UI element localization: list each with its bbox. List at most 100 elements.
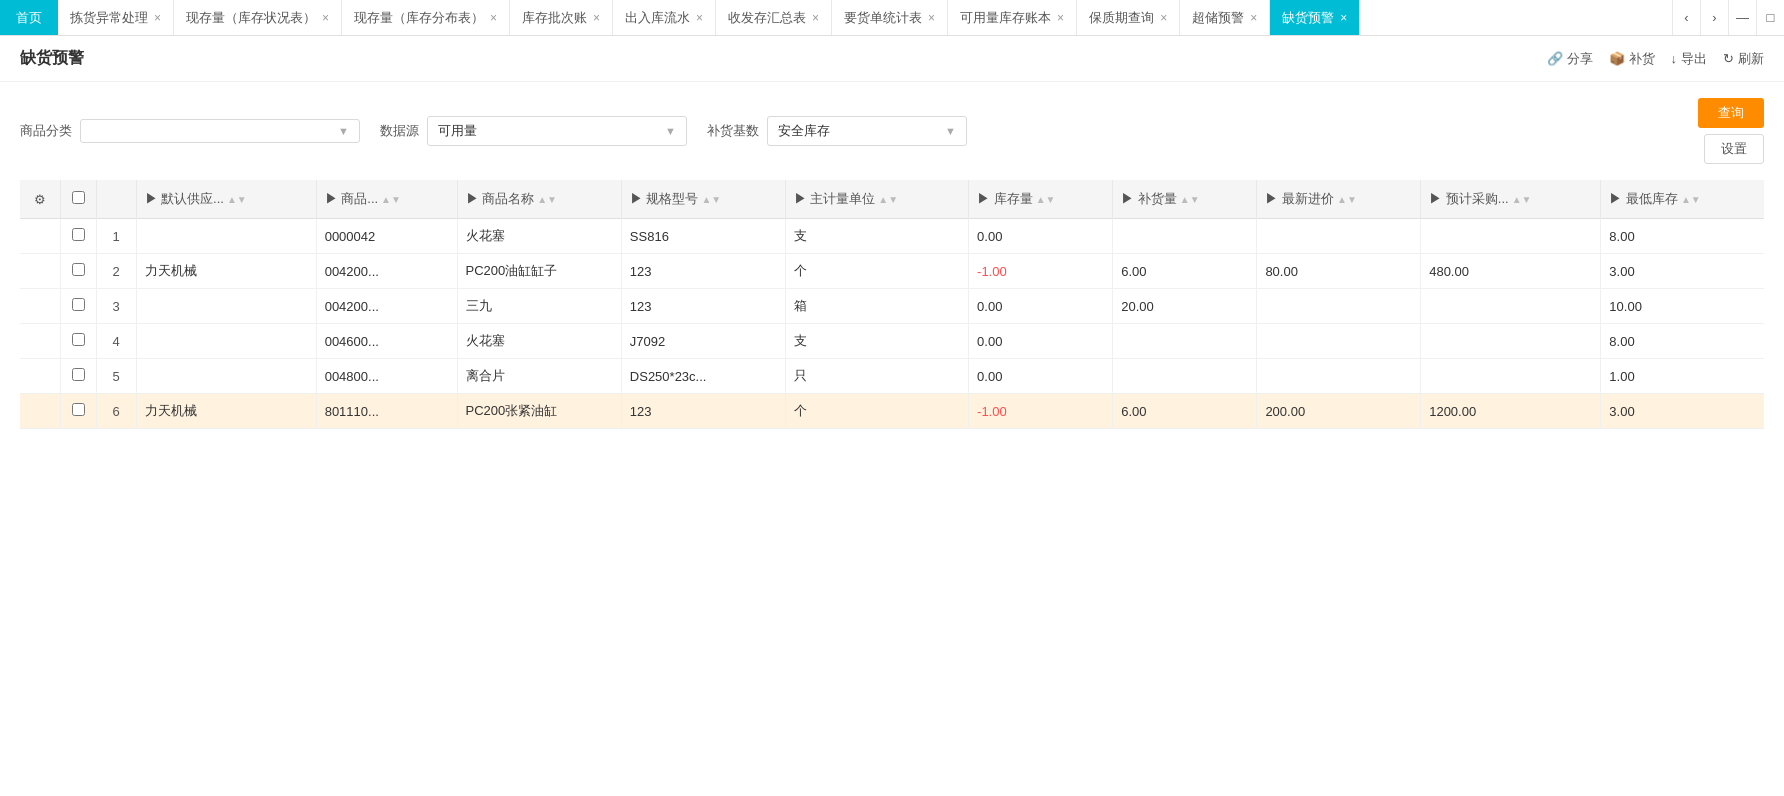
tab-overstock-warning[interactable]: 超储预警 ×	[1180, 0, 1270, 35]
export-icon: ↓	[1671, 51, 1678, 66]
th-unit[interactable]: ▶ 主计量单位▲▼	[785, 180, 968, 219]
row-product-code-1: 004200...	[316, 254, 457, 289]
row-checkbox-2[interactable]	[72, 298, 85, 311]
category-select[interactable]: ▼	[80, 119, 360, 143]
row-supplier-3	[136, 324, 316, 359]
row-check-4[interactable]	[60, 359, 96, 394]
share-action[interactable]: 🔗 分享	[1547, 50, 1593, 68]
row-replenish-5: 6.00	[1113, 394, 1257, 429]
row-checkbox-4[interactable]	[72, 368, 85, 381]
tab-batch-account[interactable]: 库存批次账×	[510, 0, 613, 35]
replenish-base-select[interactable]: 安全库存 ▼	[767, 116, 967, 146]
row-replenish-1: 6.00	[1113, 254, 1257, 289]
tab-close-inventory-dist[interactable]: ×	[490, 11, 497, 25]
th-spec[interactable]: ▶ 规格型号▲▼	[621, 180, 785, 219]
query-button[interactable]: 查询	[1698, 98, 1764, 128]
th-min-stock[interactable]: ▶ 最低库存▲▼	[1601, 180, 1764, 219]
row-check-3[interactable]	[60, 324, 96, 359]
unit-sort-icon: ▲▼	[878, 194, 898, 205]
th-replenish[interactable]: ▶ 补货量▲▼	[1113, 180, 1257, 219]
row-checkbox-3[interactable]	[72, 333, 85, 346]
filter-bar: 商品分类 ▼ 数据源 可用量 ▼ 补货基数 安全库存 ▼ 查询 设置	[0, 82, 1784, 180]
row-replenish-4	[1113, 359, 1257, 394]
tab-close-available-ledger[interactable]: ×	[1057, 11, 1064, 25]
row-product-code-4: 004800...	[316, 359, 457, 394]
row-min-stock-0: 8.00	[1601, 219, 1764, 254]
th-product-name[interactable]: ▶ 商品名称▲▼	[457, 180, 621, 219]
tab-close-overstock-warning[interactable]: ×	[1250, 11, 1257, 25]
tab-inventory-status[interactable]: 现存量（库存状况表）×	[174, 0, 342, 35]
tab-shortage-warning[interactable]: 缺货预警 ×	[1270, 0, 1360, 35]
th-gear[interactable]: ⚙	[20, 180, 60, 219]
tab-close-inout-flow[interactable]: ×	[696, 11, 703, 25]
replenish-sort-icon: ▲▼	[1180, 194, 1200, 205]
row-product-code-2: 004200...	[316, 289, 457, 324]
tab-exception[interactable]: 拣货异常处理×	[58, 0, 174, 35]
datasource-select[interactable]: 可用量 ▼	[427, 116, 687, 146]
tab-inout-flow[interactable]: 出入库流水×	[613, 0, 716, 35]
tab-close-exception[interactable]: ×	[154, 11, 161, 25]
tab-close-receipt-summary[interactable]: ×	[812, 11, 819, 25]
tab-receipt-summary[interactable]: 收发存汇总表×	[716, 0, 832, 35]
tab-close-batch-account[interactable]: ×	[593, 11, 600, 25]
th-product-code[interactable]: ▶ 商品...▲▼	[316, 180, 457, 219]
row-min-stock-3: 8.00	[1601, 324, 1764, 359]
row-latest-price-5: 200.00	[1257, 394, 1421, 429]
th-check[interactable]	[60, 180, 96, 219]
tab-label: 保质期查询	[1089, 9, 1154, 27]
tab-prev-button[interactable]: ‹	[1672, 0, 1700, 36]
tab-close-order-stats[interactable]: ×	[928, 11, 935, 25]
row-checkbox-5[interactable]	[72, 403, 85, 416]
refresh-label: 刷新	[1738, 50, 1764, 68]
th-stock[interactable]: ▶ 库存量▲▼	[969, 180, 1113, 219]
row-check-2[interactable]	[60, 289, 96, 324]
row-min-stock-4: 1.00	[1601, 359, 1764, 394]
th-estimated-purchase-label: ▶ 预计采购...	[1429, 190, 1508, 208]
row-product-code-5: 801110...	[316, 394, 457, 429]
tab-inventory-dist[interactable]: 现存量（库存分布表）×	[342, 0, 510, 35]
row-spec-0: SS816	[621, 219, 785, 254]
row-check-0[interactable]	[60, 219, 96, 254]
row-product-name-1: PC200油缸缸子	[457, 254, 621, 289]
tab-close-inventory-status[interactable]: ×	[322, 11, 329, 25]
tab-home[interactable]: 首页	[0, 0, 58, 35]
export-label: 导出	[1681, 50, 1707, 68]
row-index-3: 4	[96, 324, 136, 359]
tab-order-stats[interactable]: 要货单统计表×	[832, 0, 948, 35]
datasource-filter-group: 数据源 可用量 ▼	[380, 116, 687, 146]
row-latest-price-3	[1257, 324, 1421, 359]
tab-minimize-button[interactable]: —	[1728, 0, 1756, 36]
export-action[interactable]: ↓ 导出	[1671, 50, 1708, 68]
th-estimated-purchase[interactable]: ▶ 预计采购...▲▼	[1421, 180, 1601, 219]
select-all-checkbox[interactable]	[72, 191, 85, 204]
row-stock-3: 0.00	[969, 324, 1113, 359]
tab-maximize-button[interactable]: □	[1756, 0, 1784, 36]
tab-next-button[interactable]: ›	[1700, 0, 1728, 36]
th-latest-price[interactable]: ▶ 最新进价▲▼	[1257, 180, 1421, 219]
replenish-base-dropdown-icon: ▼	[945, 125, 956, 137]
tab-expiry-query[interactable]: 保质期查询 ×	[1077, 0, 1180, 35]
row-checkbox-1[interactable]	[72, 263, 85, 276]
replenish-action[interactable]: 📦 补货	[1609, 50, 1655, 68]
row-product-name-3: 火花塞	[457, 324, 621, 359]
row-supplier-1: 力天机械	[136, 254, 316, 289]
row-supplier-4	[136, 359, 316, 394]
row-product-name-0: 火花塞	[457, 219, 621, 254]
row-stock-0: 0.00	[969, 219, 1113, 254]
settings-button[interactable]: 设置	[1704, 134, 1764, 164]
refresh-action[interactable]: ↻ 刷新	[1723, 50, 1764, 68]
tab-close-shortage-warning[interactable]: ×	[1340, 11, 1347, 25]
row-check-1[interactable]	[60, 254, 96, 289]
row-estimated-purchase-2	[1421, 289, 1601, 324]
row-check-5[interactable]	[60, 394, 96, 429]
tab-label: 可用量库存账本	[960, 9, 1051, 27]
table-row: 6 力天机械 801110... PC200张紧油缸 123 个 -1.00 6…	[20, 394, 1764, 429]
tab-label: 超储预警	[1192, 9, 1244, 27]
tab-available-ledger[interactable]: 可用量库存账本 ×	[948, 0, 1077, 35]
tab-label: 缺货预警	[1282, 9, 1334, 27]
row-checkbox-0[interactable]	[72, 228, 85, 241]
share-label: 分享	[1567, 50, 1593, 68]
replenish-label: 补货	[1629, 50, 1655, 68]
tab-close-expiry-query[interactable]: ×	[1160, 11, 1167, 25]
th-supplier[interactable]: ▶ 默认供应...▲▼	[136, 180, 316, 219]
